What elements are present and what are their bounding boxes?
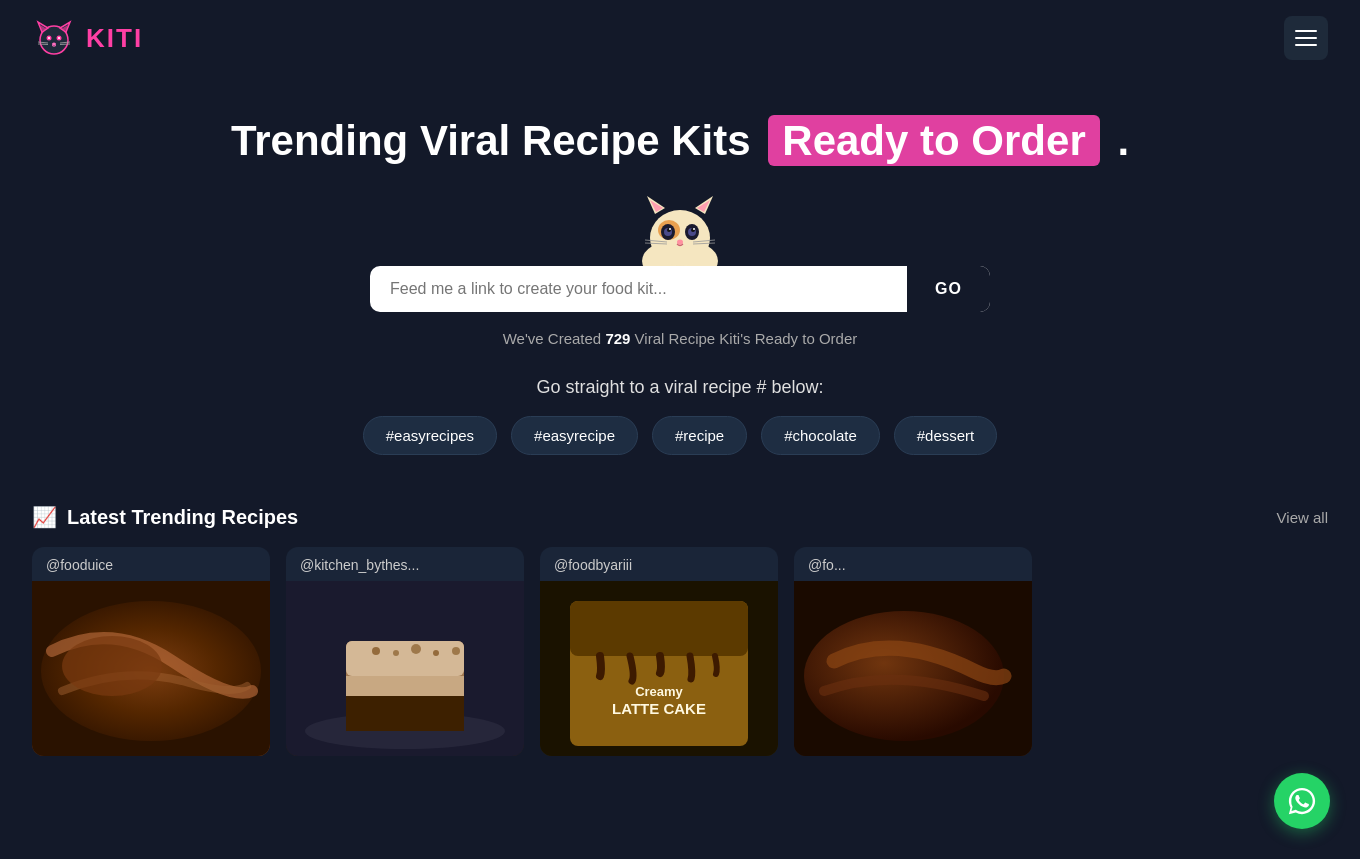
recipe-count: 729 <box>605 330 630 347</box>
menu-button[interactable] <box>1284 16 1328 60</box>
logo-text: KITI <box>86 23 143 54</box>
trending-title: Latest Trending Recipes <box>67 506 298 529</box>
svg-point-29 <box>677 240 683 245</box>
recipe-card-4[interactable]: @fo... <box>794 547 1032 756</box>
svg-point-8 <box>58 37 60 39</box>
svg-point-47 <box>411 644 421 654</box>
svg-point-9 <box>52 43 56 46</box>
hashtag-dessert[interactable]: #dessert <box>894 416 998 455</box>
menu-icon-line <box>1295 37 1317 39</box>
recipe-card-3[interactable]: @foodbyariii Creamy LATTE CAKE <box>540 547 778 756</box>
trending-up-icon: 📈 <box>32 505 57 529</box>
logo-area: KITI <box>32 16 143 60</box>
recipe-cards: @fooduice <box>32 547 1328 756</box>
cat-mascot <box>625 186 735 276</box>
svg-point-15 <box>650 210 710 266</box>
svg-point-49 <box>452 647 460 655</box>
recipe-card-1[interactable]: @fooduice <box>32 547 270 756</box>
card-username-1: @fooduice <box>32 547 270 581</box>
search-box: GO <box>370 266 990 312</box>
title-prefix: Trending Viral Recipe Kits <box>231 117 751 164</box>
search-input[interactable] <box>370 266 907 312</box>
logo-cat-icon <box>32 16 76 60</box>
go-button[interactable]: GO <box>907 266 990 312</box>
hashtag-easyrecipes[interactable]: #easyrecipes <box>363 416 497 455</box>
card-username-3: @foodbyariii <box>540 547 778 581</box>
whatsapp-button[interactable] <box>1274 773 1330 829</box>
hashtag-label: Go straight to a viral recipe # below: <box>536 377 823 398</box>
header: KITI <box>0 0 1360 76</box>
recipe-card-2[interactable]: @kitchen_bythes... <box>286 547 524 756</box>
hashtag-chocolate[interactable]: #chocolate <box>761 416 880 455</box>
hashtag-recipe[interactable]: #recipe <box>652 416 747 455</box>
trending-header: 📈 Latest Trending Recipes View all <box>32 505 1328 529</box>
svg-point-27 <box>669 228 671 230</box>
hashtag-list: #easyrecipes #easyrecipe #recipe #chocol… <box>363 416 998 455</box>
subtitle: We've Created 729 Viral Recipe Kiti's Re… <box>503 330 858 347</box>
svg-rect-52 <box>570 601 748 656</box>
view-all-link[interactable]: View all <box>1277 509 1328 526</box>
hashtag-easyrecipe[interactable]: #easyrecipe <box>511 416 638 455</box>
card-username-2: @kitchen_bythes... <box>286 547 524 581</box>
svg-text:Creamy: Creamy <box>635 684 683 699</box>
card-image-2 <box>286 581 524 756</box>
whatsapp-icon <box>1287 786 1317 816</box>
menu-icon-line <box>1295 44 1317 46</box>
title-highlight: Ready to Order <box>768 115 1099 166</box>
svg-point-38 <box>62 636 162 696</box>
svg-rect-42 <box>346 641 464 676</box>
svg-line-11 <box>38 44 48 45</box>
hero-title: Trending Viral Recipe Kits Ready to Orde… <box>231 116 1129 166</box>
subtitle-prefix: We've Created <box>503 330 601 347</box>
card-username-4: @fo... <box>794 547 1032 581</box>
svg-point-45 <box>372 647 380 655</box>
trending-title-row: 📈 Latest Trending Recipes <box>32 505 298 529</box>
hero-section: Trending Viral Recipe Kits Ready to Orde… <box>0 76 1360 475</box>
svg-rect-44 <box>346 676 464 696</box>
menu-icon-line <box>1295 30 1317 32</box>
svg-point-46 <box>393 650 399 656</box>
card-image-3: Creamy LATTE CAKE <box>540 581 778 756</box>
hashtag-section: Go straight to a viral recipe # below: #… <box>363 377 998 455</box>
card-image-1 <box>32 581 270 756</box>
svg-line-13 <box>60 44 70 45</box>
svg-point-48 <box>433 650 439 656</box>
svg-point-28 <box>693 228 695 230</box>
subtitle-suffix: Viral Recipe Kiti's Ready to Order <box>635 330 858 347</box>
title-suffix: . <box>1117 117 1129 164</box>
trending-section: 📈 Latest Trending Recipes View all @food… <box>0 475 1360 756</box>
card-image-4 <box>794 581 1032 756</box>
svg-point-7 <box>48 37 50 39</box>
svg-text:LATTE CAKE: LATTE CAKE <box>612 700 706 717</box>
search-container: GO <box>370 266 990 312</box>
svg-rect-43 <box>346 696 464 731</box>
